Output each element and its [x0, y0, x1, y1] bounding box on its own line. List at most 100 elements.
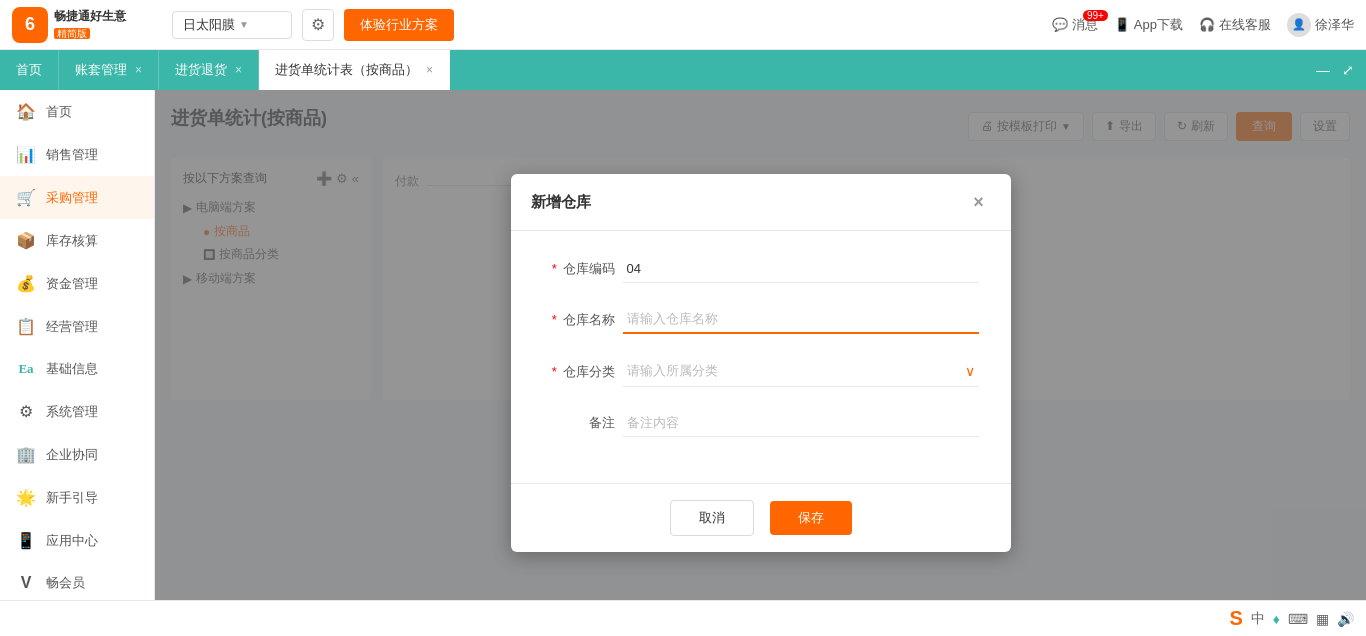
- tab-minimize-icon[interactable]: —: [1312, 62, 1334, 78]
- store-selector[interactable]: 日太阳膜 ▼: [172, 11, 292, 39]
- tab-home-label: 首页: [16, 61, 42, 79]
- warehouse-code-label: * 仓库编码: [543, 260, 623, 278]
- system-icon: ⚙: [16, 402, 36, 421]
- warehouse-category-row: * 仓库分类 请输入所属分类 ∨: [543, 356, 979, 387]
- trial-button[interactable]: 体验行业方案: [344, 9, 454, 41]
- speaker-bottom-icon[interactable]: 🔊: [1337, 611, 1354, 627]
- user-avatar: 👤: [1287, 13, 1311, 37]
- tab-expand-icon[interactable]: ⤢: [1338, 62, 1358, 78]
- sidebar-item-guide-label: 新手引导: [46, 489, 98, 507]
- store-name: 日太阳膜: [183, 16, 235, 34]
- service-nav[interactable]: 🎧 在线客服: [1199, 16, 1271, 34]
- sidebar-item-system-label: 系统管理: [46, 403, 98, 421]
- tab-purchase-stats-label: 进货单统计表（按商品）: [275, 61, 418, 79]
- sidebar-item-enterprise[interactable]: 🏢 企业协同: [0, 433, 154, 476]
- warehouse-category-label: * 仓库分类: [543, 363, 623, 381]
- keyboard-icon[interactable]: ⌨: [1288, 611, 1308, 627]
- required-star-3: *: [552, 364, 557, 379]
- sidebar-item-sales[interactable]: 📊 销售管理: [0, 133, 154, 176]
- sidebar-item-operations-label: 经营管理: [46, 318, 98, 336]
- modal-title: 新增仓库: [531, 193, 591, 212]
- s-logo-icon: S: [1230, 607, 1243, 630]
- main-layout: 🏠 首页 📊 销售管理 🛒 采购管理 📦 库存核算 💰 资金管理 📋 经营管理 …: [0, 90, 1366, 636]
- message-nav[interactable]: 💬 消息 99+: [1052, 16, 1098, 34]
- remark-input[interactable]: [623, 409, 979, 437]
- tab-purchase-return[interactable]: 进货退货 ×: [159, 50, 259, 90]
- tab-account-close[interactable]: ×: [135, 63, 142, 77]
- content-area: 进货单统计(按商品) 🖨 按模板打印 ▼ ⬆ 导出 ↻ 刷新: [155, 90, 1366, 636]
- top-header: 6 畅捷通好生意 精简版 日太阳膜 ▼ ⚙ 体验行业方案 💬 消息 99+ 📱 …: [0, 0, 1366, 50]
- settings-button[interactable]: ⚙: [302, 9, 334, 41]
- modal-footer: 取消 保存: [511, 483, 1011, 552]
- tab-account[interactable]: 账套管理 ×: [59, 50, 159, 90]
- cancel-button[interactable]: 取消: [670, 500, 754, 536]
- headphone-icon: 🎧: [1199, 17, 1215, 32]
- warehouse-name-label: * 仓库名称: [543, 311, 623, 329]
- sidebar-item-inventory[interactable]: 📦 库存核算: [0, 219, 154, 262]
- sidebar-item-purchase[interactable]: 🛒 采购管理: [0, 176, 154, 219]
- sidebar-item-operations[interactable]: 📋 经营管理: [0, 305, 154, 348]
- user-name: 徐泽华: [1315, 16, 1354, 34]
- sidebar-item-app-center-label: 应用中心: [46, 532, 98, 550]
- basic-info-icon: Ea: [16, 361, 36, 377]
- warehouse-name-row: * 仓库名称: [543, 305, 979, 334]
- app-download-nav[interactable]: 📱 App下载: [1114, 16, 1183, 34]
- required-star: *: [552, 261, 557, 276]
- sidebar-item-vip[interactable]: V 畅会员: [0, 562, 154, 604]
- tab-purchase-return-close[interactable]: ×: [235, 63, 242, 77]
- sidebar-item-sales-label: 销售管理: [46, 146, 98, 164]
- tab-home[interactable]: 首页: [0, 50, 59, 90]
- warehouse-name-input[interactable]: [623, 305, 979, 334]
- sidebar-item-guide[interactable]: 🌟 新手引导: [0, 476, 154, 519]
- gear-icon: ⚙: [311, 15, 325, 34]
- tab-account-label: 账套管理: [75, 61, 127, 79]
- app-center-icon: 📱: [16, 531, 36, 550]
- sidebar-item-home-label: 首页: [46, 103, 72, 121]
- add-warehouse-modal: 新增仓库 × * 仓库编码: [511, 174, 1011, 552]
- sidebar-item-finance[interactable]: 💰 资金管理: [0, 262, 154, 305]
- modal-overlay: 新增仓库 × * 仓库编码: [155, 90, 1366, 636]
- tab-controls: — ⤢: [1304, 50, 1366, 90]
- tab-purchase-stats[interactable]: 进货单统计表（按商品） ×: [259, 50, 450, 90]
- close-icon: ×: [973, 192, 984, 213]
- select-arrow-icon: ∨: [965, 363, 975, 379]
- sidebar: 🏠 首页 📊 销售管理 🛒 采购管理 📦 库存核算 💰 资金管理 📋 经营管理 …: [0, 90, 155, 636]
- dot-icon[interactable]: ♦: [1273, 611, 1280, 627]
- service-label: 在线客服: [1219, 16, 1271, 34]
- modal-body: * 仓库编码 * 仓库名称: [511, 231, 1011, 483]
- category-placeholder: 请输入所属分类: [627, 362, 965, 380]
- save-button[interactable]: 保存: [770, 501, 852, 535]
- grid-icon[interactable]: ▦: [1316, 611, 1329, 627]
- message-icon: 💬: [1052, 17, 1068, 32]
- warehouse-category-select[interactable]: 请输入所属分类 ∨: [623, 356, 979, 387]
- tab-purchase-return-label: 进货退货: [175, 61, 227, 79]
- sidebar-item-home[interactable]: 🏠 首页: [0, 90, 154, 133]
- sales-icon: 📊: [16, 145, 36, 164]
- sidebar-item-system[interactable]: ⚙ 系统管理: [0, 390, 154, 433]
- sidebar-item-purchase-label: 采购管理: [46, 189, 98, 207]
- inventory-icon: 📦: [16, 231, 36, 250]
- required-star-2: *: [552, 312, 557, 327]
- sidebar-item-vip-label: 畅会员: [46, 574, 85, 592]
- sidebar-item-basic-info[interactable]: Ea 基础信息: [0, 348, 154, 390]
- mobile-icon: 📱: [1114, 17, 1130, 32]
- finance-icon: 💰: [16, 274, 36, 293]
- sidebar-item-app-center[interactable]: 📱 应用中心: [0, 519, 154, 562]
- home-icon: 🏠: [16, 102, 36, 121]
- header-right: 💬 消息 99+ 📱 App下载 🎧 在线客服 👤 徐泽华: [1052, 13, 1354, 37]
- modal-header: 新增仓库 ×: [511, 174, 1011, 231]
- purchase-icon: 🛒: [16, 188, 36, 207]
- operations-icon: 📋: [16, 317, 36, 336]
- logo-badge: 精简版: [54, 28, 90, 39]
- sidebar-item-finance-label: 资金管理: [46, 275, 98, 293]
- user-nav[interactable]: 👤 徐泽华: [1287, 13, 1354, 37]
- tab-bar: 首页 账套管理 × 进货退货 × 进货单统计表（按商品） × — ⤢: [0, 50, 1366, 90]
- warehouse-code-input[interactable]: [623, 255, 979, 283]
- vip-icon: V: [16, 574, 36, 592]
- enterprise-icon: 🏢: [16, 445, 36, 464]
- remark-row: 备注: [543, 409, 979, 437]
- modal-close-button[interactable]: ×: [967, 190, 991, 214]
- message-badge: 99+: [1083, 10, 1108, 21]
- tab-purchase-stats-close[interactable]: ×: [426, 63, 433, 77]
- chinese-input-icon[interactable]: 中: [1251, 610, 1265, 628]
